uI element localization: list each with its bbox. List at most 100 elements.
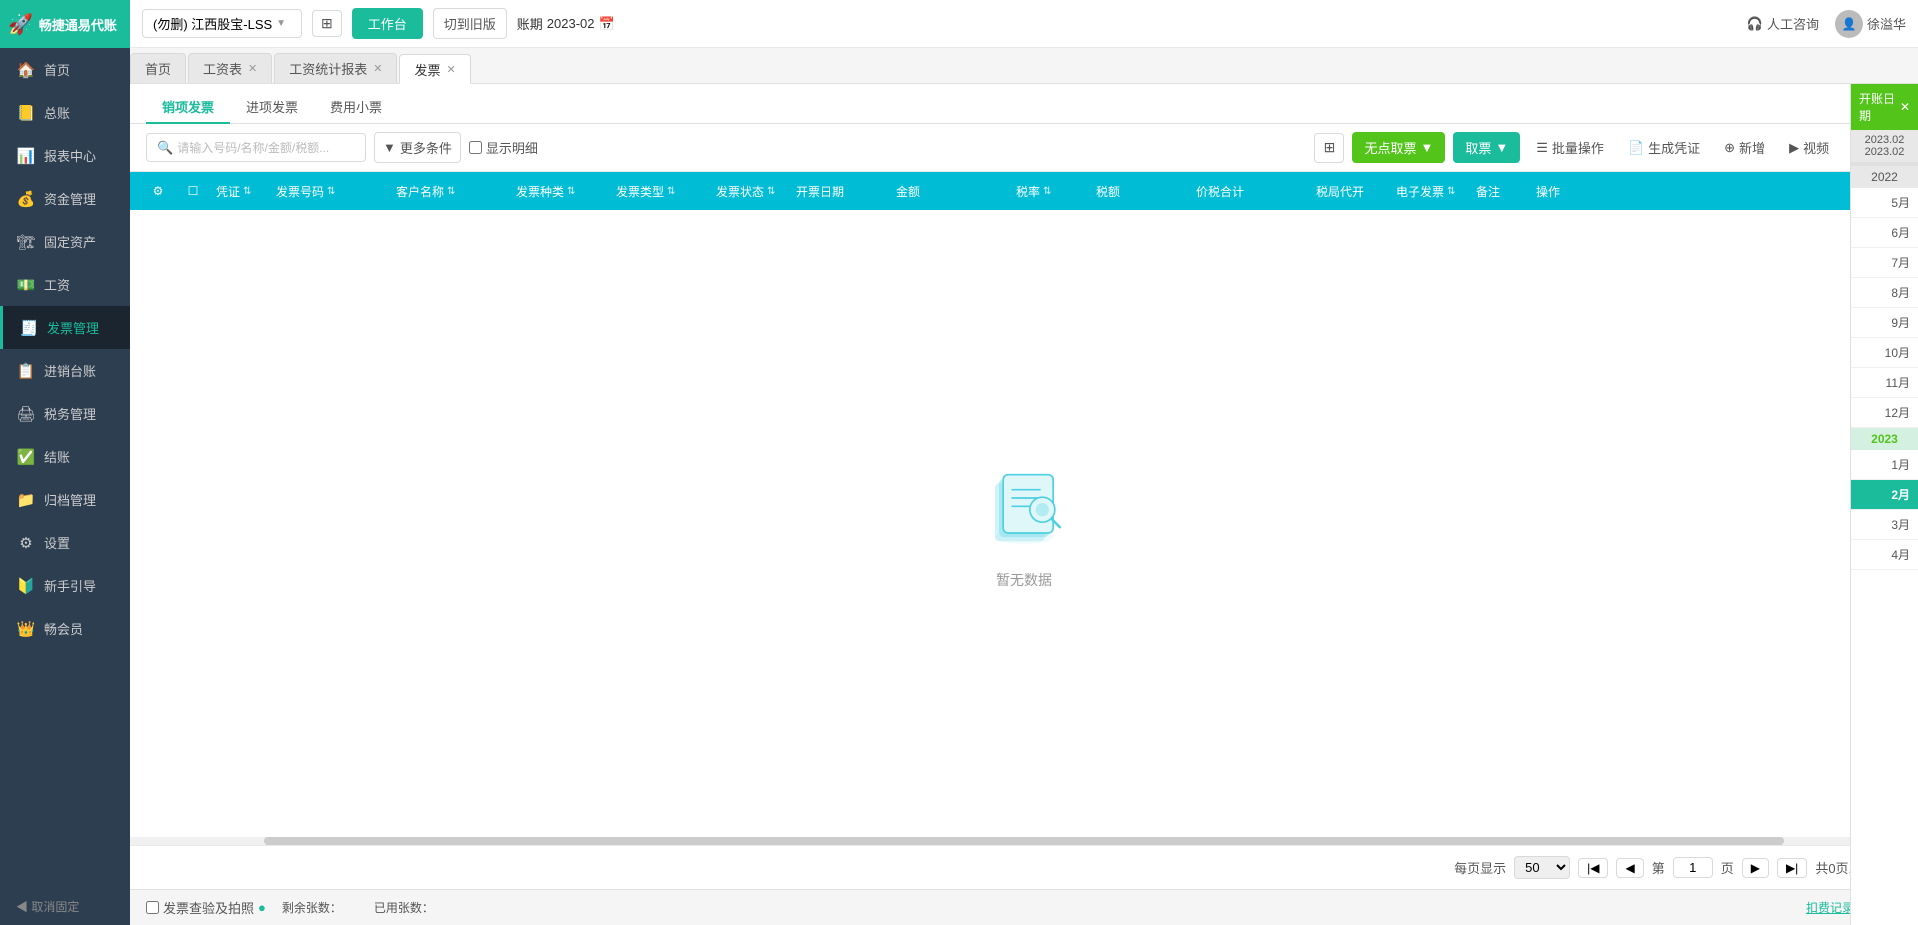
sub-tab-label: 进项发票 [246, 100, 298, 115]
new-button[interactable]: ⊕ 新增 [1716, 133, 1773, 162]
th-tax-rate[interactable]: 税率 ⇅ [1008, 183, 1088, 200]
sidebar-item-settings[interactable]: ⚙ 设置 [0, 521, 130, 564]
first-page-button[interactable]: |◀ [1578, 858, 1608, 878]
cal-month-11[interactable]: 11月 [1851, 368, 1918, 398]
sub-tab-expense-receipt[interactable]: 费用小票 [314, 91, 398, 124]
tab-payroll-table[interactable]: 工资表 ✕ [188, 53, 272, 83]
empty-illustration [974, 458, 1074, 558]
show-detail-input[interactable] [469, 141, 482, 154]
cal-month-6[interactable]: 6月 [1851, 218, 1918, 248]
no-cancel-label: 无点取票 [1364, 138, 1416, 157]
cal-month-12[interactable]: 12月 [1851, 398, 1918, 428]
last-page-button[interactable]: ▶| [1777, 858, 1807, 878]
guide-icon: 🔰 [16, 577, 36, 595]
old-version-button[interactable]: 切到旧版 [433, 8, 507, 39]
th-invoice-no[interactable]: 发票号码 ⇅ [268, 183, 388, 200]
sidebar-item-membership[interactable]: 👑 畅会员 [0, 607, 130, 650]
sidebar-item-settlement[interactable]: ✅ 结账 [0, 435, 130, 478]
user-profile[interactable]: 👤 徐溢华 [1835, 10, 1906, 38]
cal-month-2023-3[interactable]: 3月 [1851, 510, 1918, 540]
cal-year-2022: 2022 [1851, 166, 1918, 188]
company-selector[interactable]: (勿删) 江西股宝-LSS ▼ [142, 9, 302, 38]
sidebar-item-home[interactable]: 🏠 首页 [0, 48, 130, 91]
sidebar-item-label: 工资 [44, 275, 70, 294]
fund-icon: 💰 [16, 190, 36, 208]
th-tax[interactable]: 税额 [1088, 183, 1188, 200]
sidebar-item-payroll[interactable]: 💵 工资 [0, 263, 130, 306]
more-conditions-button[interactable]: ▼ 更多条件 [374, 132, 461, 163]
generate-voucher-button[interactable]: 📄 生成凭证 [1620, 133, 1708, 162]
tab-payroll-stats[interactable]: 工资统计报表 ✕ [274, 53, 397, 83]
cal-month-10[interactable]: 10月 [1851, 338, 1918, 368]
th-settings[interactable]: ⚙ [138, 184, 178, 198]
copy-button[interactable]: ⊞ [312, 10, 342, 37]
sidebar-item-general-ledger[interactable]: 📒 总账 [0, 91, 130, 134]
th-invoice-category[interactable]: 发票类型 ⇅ [608, 183, 708, 200]
cal-month-8[interactable]: 8月 [1851, 278, 1918, 308]
next-page-button[interactable]: ▶ [1742, 858, 1769, 878]
close-icon[interactable]: ✕ [373, 62, 382, 75]
search-input[interactable]: 🔍 请输入号码/名称/金额/税额... [146, 133, 366, 162]
cal-month-2023-4[interactable]: 4月 [1851, 540, 1918, 570]
th-voucher[interactable]: 凭证 ⇅ [208, 183, 268, 200]
th-checkbox[interactable]: ☐ [178, 184, 208, 198]
th-date[interactable]: 开票日期 [788, 183, 888, 200]
cal-month-5[interactable]: 5月 [1851, 188, 1918, 218]
sidebar-item-fixed-assets[interactable]: 🏗 固定资产 [0, 220, 130, 263]
th-e-invoice-label: 电子发票 [1396, 183, 1444, 200]
support-button[interactable]: 🎧 人工咨询 [1747, 14, 1819, 33]
sidebar-item-sales-ledger[interactable]: 📋 进销台账 [0, 349, 130, 392]
th-remark[interactable]: 备注 [1468, 183, 1528, 200]
scrollbar-thumb[interactable] [264, 837, 1784, 845]
page-size-select[interactable]: 50 100 200 [1514, 856, 1570, 879]
th-amount[interactable]: 金额 [888, 183, 1008, 200]
check-verify-checkbox[interactable]: 发票查验及拍照 ● [146, 898, 266, 917]
verify-input[interactable] [146, 901, 159, 914]
toolbar: 🔍 请输入号码/名称/金额/税额... ▼ 更多条件 显示明细 ⊞ 无点取票 ▼ [130, 124, 1918, 172]
membership-icon: 👑 [16, 620, 36, 638]
close-icon[interactable]: ✕ [248, 62, 257, 75]
sub-tab-sales-invoice[interactable]: 销项发票 [146, 91, 230, 124]
th-status[interactable]: 发票状态 ⇅ [708, 183, 788, 200]
no-cancel-button[interactable]: 无点取票 ▼ [1352, 132, 1445, 163]
sidebar-item-invoice-mgmt[interactable]: 🧾 发票管理 [0, 306, 130, 349]
sidebar-item-label: 发票管理 [47, 318, 99, 337]
work-bench-button[interactable]: 工作台 [352, 8, 423, 39]
prev-page-button[interactable]: ◀ [1616, 858, 1643, 878]
close-panel-icon[interactable]: ✕ [1900, 100, 1910, 114]
sidebar-collapse[interactable]: ◀ 取消固定 [0, 888, 130, 925]
sidebar-item-label: 资金管理 [44, 189, 96, 208]
page-input[interactable]: 1 [1673, 857, 1713, 878]
tab-label: 工资表 [203, 59, 242, 78]
sidebar-item-new-guide[interactable]: 🔰 新手引导 [0, 564, 130, 607]
sub-tab-purchase-invoice[interactable]: 进项发票 [230, 91, 314, 124]
dropdown-arrow-icon: ▼ [1421, 140, 1434, 155]
cancel-button[interactable]: 取票 ▼ [1453, 132, 1520, 163]
th-total[interactable]: 价税合计 [1188, 183, 1308, 200]
horizontal-scrollbar[interactable] [130, 837, 1918, 845]
cal-month-2023-2[interactable]: 2月 [1851, 480, 1918, 510]
deduction-record-link[interactable]: 扣费记录 [1806, 899, 1854, 916]
sort-icon: ⇅ [447, 186, 455, 197]
grid-icon-button[interactable]: ⊞ [1314, 133, 1344, 163]
cal-month-7[interactable]: 7月 [1851, 248, 1918, 278]
sidebar-item-report-center[interactable]: 📊 报表中心 [0, 134, 130, 177]
cal-month-2023-1[interactable]: 1月 [1851, 450, 1918, 480]
th-invoice-type[interactable]: 发票种类 ⇅ [508, 183, 608, 200]
show-detail-checkbox[interactable]: 显示明细 [469, 138, 538, 157]
cal-month-9[interactable]: 9月 [1851, 308, 1918, 338]
batch-ops-button[interactable]: ☰ 批量操作 [1528, 133, 1612, 162]
th-e-invoice[interactable]: 电子发票 ⇅ [1388, 183, 1468, 200]
sidebar-item-archive-mgmt[interactable]: 📁 归档管理 [0, 478, 130, 521]
close-icon[interactable]: ✕ [447, 63, 456, 76]
sidebar-item-fund-management[interactable]: 💰 资金管理 [0, 177, 130, 220]
info-icon: ● [258, 900, 266, 915]
tab-home[interactable]: 首页 [130, 53, 186, 83]
cal-spacer [1851, 570, 1918, 925]
tab-invoice[interactable]: 发票 ✕ [399, 54, 470, 84]
video-button[interactable]: ▶ 视频 [1781, 133, 1837, 162]
sidebar-item-tax-mgmt[interactable]: 🖨 税务管理 [0, 392, 130, 435]
assets-icon: 🏗 [16, 233, 36, 251]
th-tax-code[interactable]: 税局代开 [1308, 183, 1388, 200]
th-customer[interactable]: 客户名称 ⇅ [388, 183, 508, 200]
